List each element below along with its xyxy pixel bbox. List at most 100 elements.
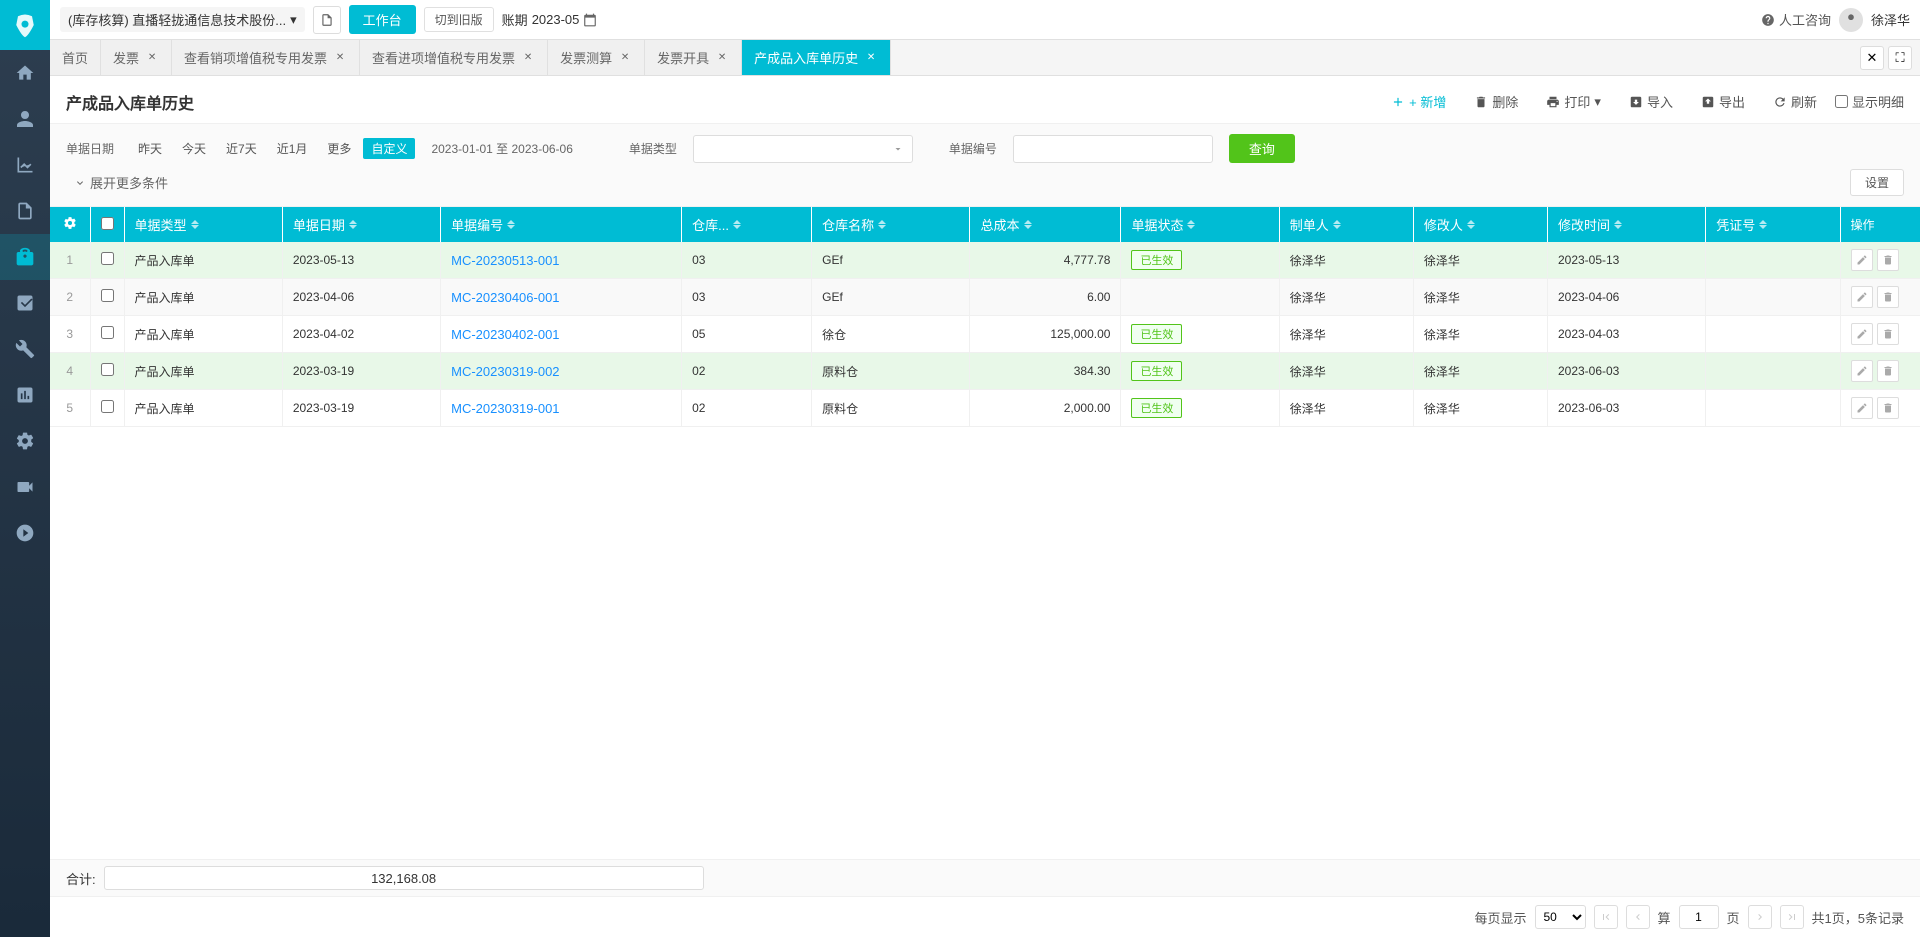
edit-row-button[interactable] xyxy=(1851,249,1873,271)
edit-row-button[interactable] xyxy=(1851,286,1873,308)
sidebar-item-chart[interactable] xyxy=(0,142,50,188)
display-detail-checkbox[interactable]: 显示明细 xyxy=(1835,92,1904,111)
delete-row-button[interactable] xyxy=(1877,323,1899,345)
row-checkbox[interactable] xyxy=(101,363,114,376)
document-icon[interactable] xyxy=(313,6,341,34)
switch-old-button[interactable]: 切到旧版 xyxy=(424,7,494,32)
th-modifier[interactable]: 修改人 xyxy=(1413,207,1547,242)
row-checkbox-cell[interactable] xyxy=(90,353,124,390)
th-warehouse-name[interactable]: 仓库名称 xyxy=(812,207,970,242)
sidebar-item-home[interactable] xyxy=(0,50,50,96)
first-page-button[interactable] xyxy=(1594,905,1618,929)
tab-check-purchase[interactable]: 查看进项增值税专用发票 ✕ xyxy=(360,40,548,75)
delete-row-button[interactable] xyxy=(1877,397,1899,419)
row-number-link[interactable]: MC-20230402-001 xyxy=(451,327,559,342)
query-button[interactable]: 查询 xyxy=(1229,134,1295,163)
th-date[interactable]: 单据日期 xyxy=(282,207,440,242)
print-button[interactable]: 打印 ▾ xyxy=(1536,88,1611,115)
row-number-link[interactable]: MC-20230319-001 xyxy=(451,401,559,416)
next-page-button[interactable] xyxy=(1748,905,1772,929)
tab-product-history-close[interactable]: ✕ xyxy=(864,51,878,65)
th-number[interactable]: 单据编号 xyxy=(441,207,682,242)
tab-check-sales-close[interactable]: ✕ xyxy=(333,51,347,65)
edit-row-button[interactable] xyxy=(1851,360,1873,382)
tab-invoice-close[interactable]: ✕ xyxy=(145,51,159,65)
sidebar-item-box[interactable] xyxy=(0,234,50,280)
row-checkbox[interactable] xyxy=(101,252,114,265)
number-filter-input[interactable] xyxy=(1013,135,1213,163)
workstation-button[interactable]: 工作台 xyxy=(349,5,416,34)
sidebar-item-settings2[interactable] xyxy=(0,280,50,326)
row-checkbox[interactable] xyxy=(101,289,114,302)
row-checkbox[interactable] xyxy=(101,326,114,339)
row-actions xyxy=(1840,242,1920,279)
delete-button[interactable]: 删除 xyxy=(1464,88,1528,115)
th-voucher[interactable]: 凭证号 xyxy=(1706,207,1840,242)
help-button[interactable]: 人工咨询 xyxy=(1761,10,1831,29)
company-selector[interactable]: (库存核算) 直播轻拢通信息技术股份... ▾ xyxy=(60,7,305,32)
maximize-button[interactable]: ⛶ xyxy=(1888,46,1912,70)
sidebar-item-gear[interactable] xyxy=(0,418,50,464)
delete-row-button[interactable] xyxy=(1877,360,1899,382)
th-settings[interactable] xyxy=(50,207,90,242)
expand-label: 展开更多条件 xyxy=(90,173,168,192)
prev-page-button[interactable] xyxy=(1626,905,1650,929)
row-checkbox-cell[interactable] xyxy=(90,316,124,353)
close-all-tabs-button[interactable]: ✕ xyxy=(1860,46,1884,70)
tab-invoice-open-close[interactable]: ✕ xyxy=(715,51,729,65)
import-button[interactable]: 导入 xyxy=(1619,88,1683,115)
type-filter-select[interactable] xyxy=(693,135,913,163)
sidebar-item-version[interactable] xyxy=(0,510,50,556)
delete-row-button[interactable] xyxy=(1877,286,1899,308)
row-number-link[interactable]: MC-20230319-002 xyxy=(451,364,559,379)
th-creator[interactable]: 制单人 xyxy=(1279,207,1413,242)
quick-7days[interactable]: 近7天 xyxy=(218,138,265,159)
sidebar-item-report[interactable] xyxy=(0,372,50,418)
export-button[interactable]: 导出 xyxy=(1691,88,1755,115)
set-button[interactable]: 设置 xyxy=(1850,169,1904,196)
edit-row-button[interactable] xyxy=(1851,397,1873,419)
quick-yesterday[interactable]: 昨天 xyxy=(130,138,170,159)
tab-home[interactable]: 首页 xyxy=(50,40,101,75)
current-page-input[interactable] xyxy=(1679,905,1719,929)
sidebar-item-document[interactable] xyxy=(0,188,50,234)
tab-invoice[interactable]: 发票 ✕ xyxy=(101,40,172,75)
quick-custom[interactable]: 自定义 xyxy=(363,138,415,159)
edit-row-button[interactable] xyxy=(1851,323,1873,345)
th-status[interactable]: 单据状态 xyxy=(1121,207,1279,242)
sidebar-item-video[interactable] xyxy=(0,464,50,510)
tab-invoice-calc[interactable]: 发票测算 ✕ xyxy=(548,40,645,75)
sidebar-item-tools[interactable] xyxy=(0,326,50,372)
row-number-link[interactable]: MC-20230513-001 xyxy=(451,253,559,268)
row-checkbox[interactable] xyxy=(101,400,114,413)
row-checkbox-cell[interactable] xyxy=(90,390,124,427)
quick-more[interactable]: 更多 xyxy=(319,138,359,159)
row-number-link[interactable]: MC-20230406-001 xyxy=(451,290,559,305)
tab-invoice-calc-close[interactable]: ✕ xyxy=(618,51,632,65)
delete-row-button[interactable] xyxy=(1877,249,1899,271)
th-total-cost[interactable]: 总成本 xyxy=(970,207,1121,242)
per-page-select[interactable]: 10 20 50 100 xyxy=(1535,905,1586,929)
refresh-button[interactable]: 刷新 xyxy=(1763,88,1827,115)
sidebar-item-user[interactable] xyxy=(0,96,50,142)
tab-check-purchase-close[interactable]: ✕ xyxy=(521,51,535,65)
quick-today[interactable]: 今天 xyxy=(174,138,214,159)
row-checkbox-cell[interactable] xyxy=(90,242,124,279)
new-button[interactable]: + 新增 xyxy=(1381,88,1456,115)
th-modify-time[interactable]: 修改时间 xyxy=(1547,207,1705,242)
row-checkbox-cell[interactable] xyxy=(90,279,124,316)
expand-conditions-button[interactable]: 展开更多条件 xyxy=(66,171,176,194)
th-warehouse-code[interactable]: 仓库... xyxy=(682,207,812,242)
tab-invoice-calc-label: 发票测算 xyxy=(560,48,612,67)
select-all-checkbox[interactable] xyxy=(101,217,114,230)
tab-product-history[interactable]: 产成品入库单历史 ✕ xyxy=(742,40,891,75)
last-page-button[interactable] xyxy=(1780,905,1804,929)
quick-1month[interactable]: 近1月 xyxy=(269,138,316,159)
tab-check-sales[interactable]: 查看销项增值税专用发票 ✕ xyxy=(172,40,360,75)
number-filter-label: 单据编号 xyxy=(949,140,997,157)
settings-icon[interactable] xyxy=(63,218,77,233)
tab-invoice-open[interactable]: 发票开具 ✕ xyxy=(645,40,742,75)
th-checkbox[interactable] xyxy=(90,207,124,242)
display-detail-input[interactable] xyxy=(1835,95,1848,108)
th-type[interactable]: 单据类型 xyxy=(124,207,282,242)
